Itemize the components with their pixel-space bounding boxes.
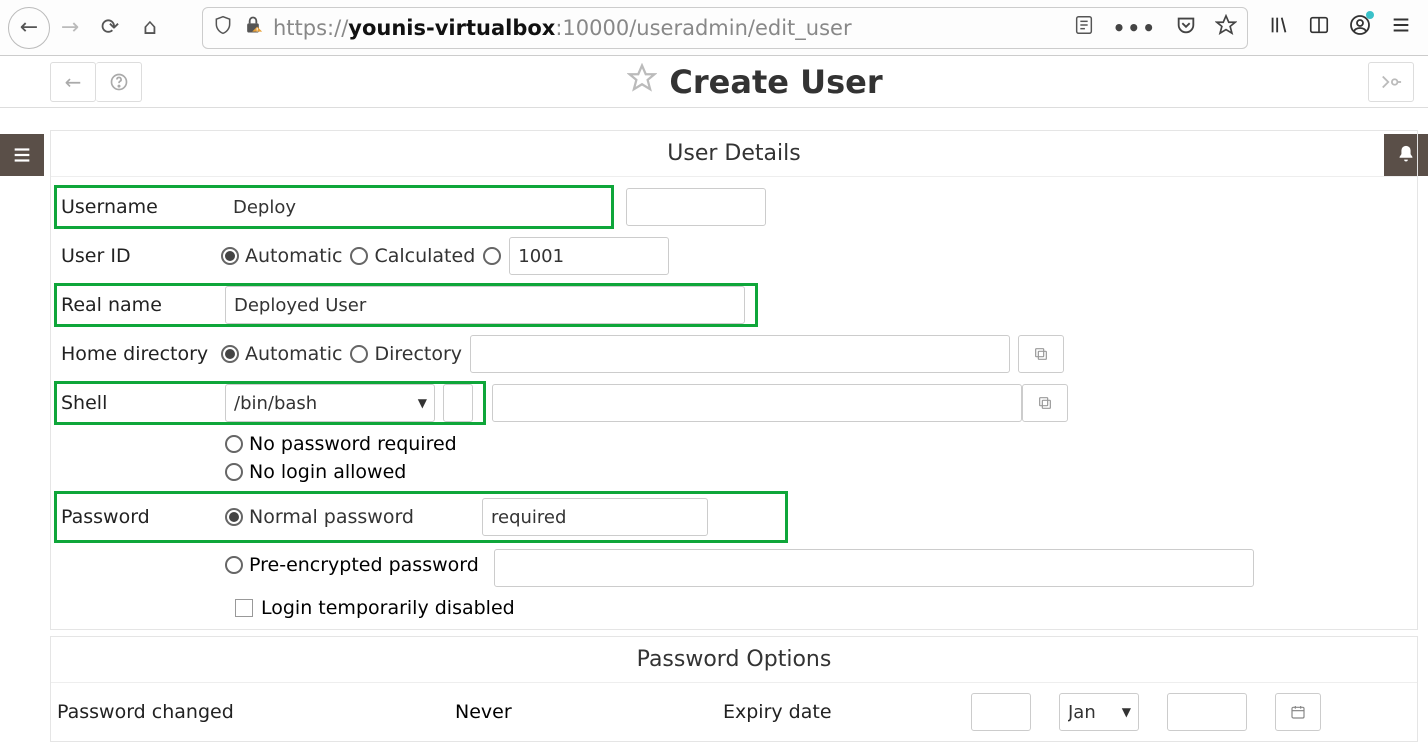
nav-forward-button[interactable]: → [50,8,90,48]
row-realname: Real name [51,279,1417,331]
page-actions-icon[interactable]: ••• [1113,16,1157,40]
expiry-calendar-button[interactable] [1275,693,1321,731]
expiry-year-input[interactable] [1167,693,1247,731]
pwd-normal-input[interactable] [482,498,708,536]
pwd-tmp-disabled-checkbox[interactable]: Login temporarily disabled [235,597,515,619]
homedir-browse-button[interactable] [1018,335,1064,373]
label-shell: Shell [57,392,221,414]
nav-home-button[interactable]: ⌂ [130,8,170,48]
row-userid: User ID Automatic Calculated [51,233,1417,279]
password-options-panel: Password Options Password changed Never … [50,636,1418,742]
shell-extra-input[interactable] [443,384,473,422]
username-extra-input[interactable] [626,188,766,226]
label-homedir: Home directory [57,343,221,365]
row-homedir: Home directory Automatic Directory [51,331,1417,377]
pwd-preenc-radio[interactable]: Pre-encrypted password [225,554,479,576]
shell-path-input[interactable] [492,384,1022,422]
wm-help-button[interactable] [96,62,142,102]
reader-mode-icon[interactable] [1073,14,1095,41]
userid-manual-radio[interactable] [483,247,501,265]
lock-warning-icon[interactable] [243,15,263,40]
bookmark-star-icon[interactable] [1215,14,1237,41]
userid-calc-radio[interactable]: Calculated [350,245,475,267]
username-input[interactable] [225,188,595,226]
nav-reload-button[interactable]: ⟳ [90,8,130,48]
panel-header-pwdopts: Password Options [51,637,1417,683]
userid-auto-radio[interactable]: Automatic [221,245,342,267]
url-bar[interactable]: https://younis-virtualbox:10000/useradmi… [202,7,1248,49]
label-expiry: Expiry date [723,701,943,723]
hamburger-menu-icon[interactable] [1390,14,1412,42]
wm-terminal-button[interactable] [1368,62,1414,102]
nav-back-button[interactable]: ← [8,7,50,49]
pwd-normal-radio[interactable]: Normal password [225,506,414,528]
pwd-preenc-input[interactable] [494,549,1254,587]
row-password: No password required No login allowed Pa… [51,429,1417,625]
shield-icon [213,15,233,40]
pocket-icon[interactable] [1175,14,1197,41]
label-password: Password [57,506,221,528]
favorite-star-icon[interactable] [627,63,657,101]
browser-toolbar: ← → ⟳ ⌂ https://younis-virtualbox:10000/… [0,0,1428,56]
url-text: https://younis-virtualbox:10000/useradmi… [273,16,1063,40]
page-title: Create User [669,63,882,101]
expiry-month-select[interactable]: Jan [1059,693,1139,731]
browser-right-toolbar [1260,13,1420,43]
homedir-auto-radio[interactable]: Automatic [221,343,342,365]
url-right-icons: ••• [1073,14,1237,41]
pwd-none-radio[interactable]: No password required [225,433,457,455]
wm-back-button[interactable]: ← [50,62,96,102]
realname-input[interactable] [225,286,745,324]
sidebar-icon[interactable] [1308,14,1330,42]
webmin-top-bar: ← Create User [0,56,1428,108]
label-userid: User ID [57,245,221,267]
userid-input[interactable] [509,237,669,275]
label-realname: Real name [57,294,221,316]
pwd-nologin-radio[interactable]: No login allowed [225,461,406,483]
shell-select[interactable]: /bin/bash [225,384,435,422]
row-username: Username [51,181,1417,233]
expiry-day-input[interactable] [971,693,1031,731]
shell-browse-button[interactable] [1022,384,1068,422]
panel-header-user-details: User Details [51,131,1417,177]
homedir-dir-radio[interactable]: Directory [350,343,462,365]
user-details-panel: User Details Username User ID Automatic … [50,130,1418,630]
content-area: User Details Username User ID Automatic … [0,130,1428,742]
row-shell: Shell /bin/bash ▼ [51,377,1417,429]
row-pwd-changed-expiry: Password changed Never Expiry date Jan ▼ [51,687,1417,737]
account-icon[interactable] [1348,13,1372,43]
label-pwd-changed: Password changed [57,701,427,723]
pwd-changed-value: Never [455,701,695,723]
homedir-input[interactable] [470,335,1010,373]
label-username: Username [57,196,221,218]
library-icon[interactable] [1268,14,1290,42]
